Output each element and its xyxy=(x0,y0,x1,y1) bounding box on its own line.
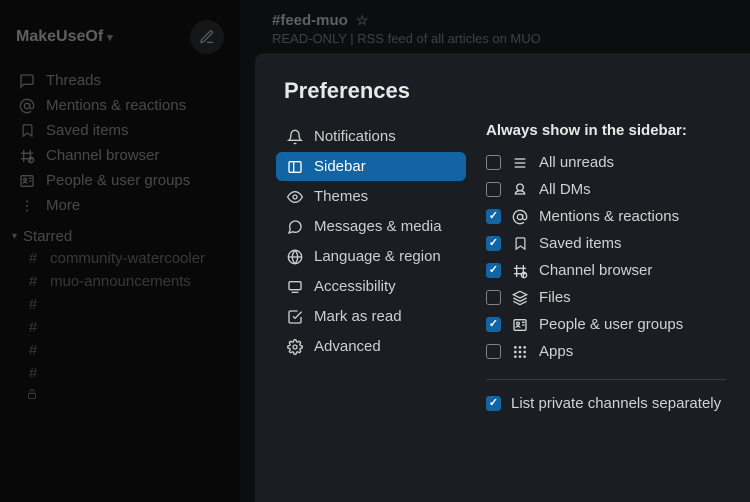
option-label: All unreads xyxy=(539,154,614,171)
pref-nav-label: Advanced xyxy=(314,338,381,355)
option-label: All DMs xyxy=(539,181,591,198)
modal-title: Preferences xyxy=(256,54,750,122)
apps-icon xyxy=(511,344,529,360)
pref-nav-label: Language & region xyxy=(314,248,441,265)
option-label: Files xyxy=(539,289,571,306)
option-files[interactable]: Files xyxy=(486,284,726,311)
option-label: Apps xyxy=(539,343,573,360)
checkbox[interactable] xyxy=(486,236,501,251)
preferences-modal: Preferences Notifications Sidebar Themes… xyxy=(256,54,750,502)
pref-nav-label: Messages & media xyxy=(314,218,442,235)
people-icon xyxy=(511,317,529,333)
preferences-content: Always show in the sidebar: All unreads … xyxy=(486,122,730,417)
checkbox[interactable] xyxy=(486,182,501,197)
option-label: List private channels separately xyxy=(511,395,721,412)
message-icon xyxy=(286,219,304,235)
pref-nav-messages[interactable]: Messages & media xyxy=(276,212,466,241)
channel-browser-icon xyxy=(511,263,529,279)
pref-nav-sidebar[interactable]: Sidebar xyxy=(276,152,466,181)
pref-nav-label: Accessibility xyxy=(314,278,396,295)
gear-icon xyxy=(286,339,304,355)
pref-nav-label: Sidebar xyxy=(314,158,366,175)
option-people[interactable]: People & user groups xyxy=(486,311,726,338)
checkbox[interactable] xyxy=(486,263,501,278)
pref-nav-label: Notifications xyxy=(314,128,396,145)
pref-nav-language[interactable]: Language & region xyxy=(276,242,466,271)
bookmark-icon xyxy=(511,236,529,251)
option-label: Saved items xyxy=(539,235,622,252)
preferences-nav: Notifications Sidebar Themes Messages & … xyxy=(276,122,466,417)
pref-nav-mark-read[interactable]: Mark as read xyxy=(276,302,466,331)
option-label: People & user groups xyxy=(539,316,683,333)
option-all-unreads[interactable]: All unreads xyxy=(486,149,726,176)
option-apps[interactable]: Apps xyxy=(486,338,726,365)
pref-nav-label: Mark as read xyxy=(314,308,402,325)
accessibility-icon xyxy=(286,279,304,295)
content-heading: Always show in the sidebar: xyxy=(486,122,726,139)
at-icon xyxy=(511,209,529,225)
option-label: Mentions & reactions xyxy=(539,208,679,225)
checkbox[interactable] xyxy=(486,290,501,305)
option-label: Channel browser xyxy=(539,262,652,279)
checkbox[interactable] xyxy=(486,396,501,411)
pref-nav-advanced[interactable]: Advanced xyxy=(276,332,466,361)
globe-icon xyxy=(286,249,304,265)
option-channel-browser[interactable]: Channel browser xyxy=(486,257,726,284)
option-mentions[interactable]: Mentions & reactions xyxy=(486,203,726,230)
checkbox[interactable] xyxy=(486,344,501,359)
eye-icon xyxy=(286,189,304,205)
dm-icon xyxy=(511,182,529,198)
option-saved[interactable]: Saved items xyxy=(486,230,726,257)
bell-icon xyxy=(286,129,304,145)
checkbox[interactable] xyxy=(486,209,501,224)
option-private-separately[interactable]: List private channels separately xyxy=(486,390,726,417)
check-icon xyxy=(286,309,304,325)
files-icon xyxy=(511,290,529,306)
pref-nav-label: Themes xyxy=(314,188,368,205)
option-all-dms[interactable]: All DMs xyxy=(486,176,726,203)
pref-nav-themes[interactable]: Themes xyxy=(276,182,466,211)
pref-nav-notifications[interactable]: Notifications xyxy=(276,122,466,151)
unreads-icon xyxy=(511,155,529,171)
checkbox[interactable] xyxy=(486,317,501,332)
checkbox[interactable] xyxy=(486,155,501,170)
sidebar-icon xyxy=(286,159,304,175)
pref-nav-accessibility[interactable]: Accessibility xyxy=(276,272,466,301)
divider xyxy=(486,379,726,380)
